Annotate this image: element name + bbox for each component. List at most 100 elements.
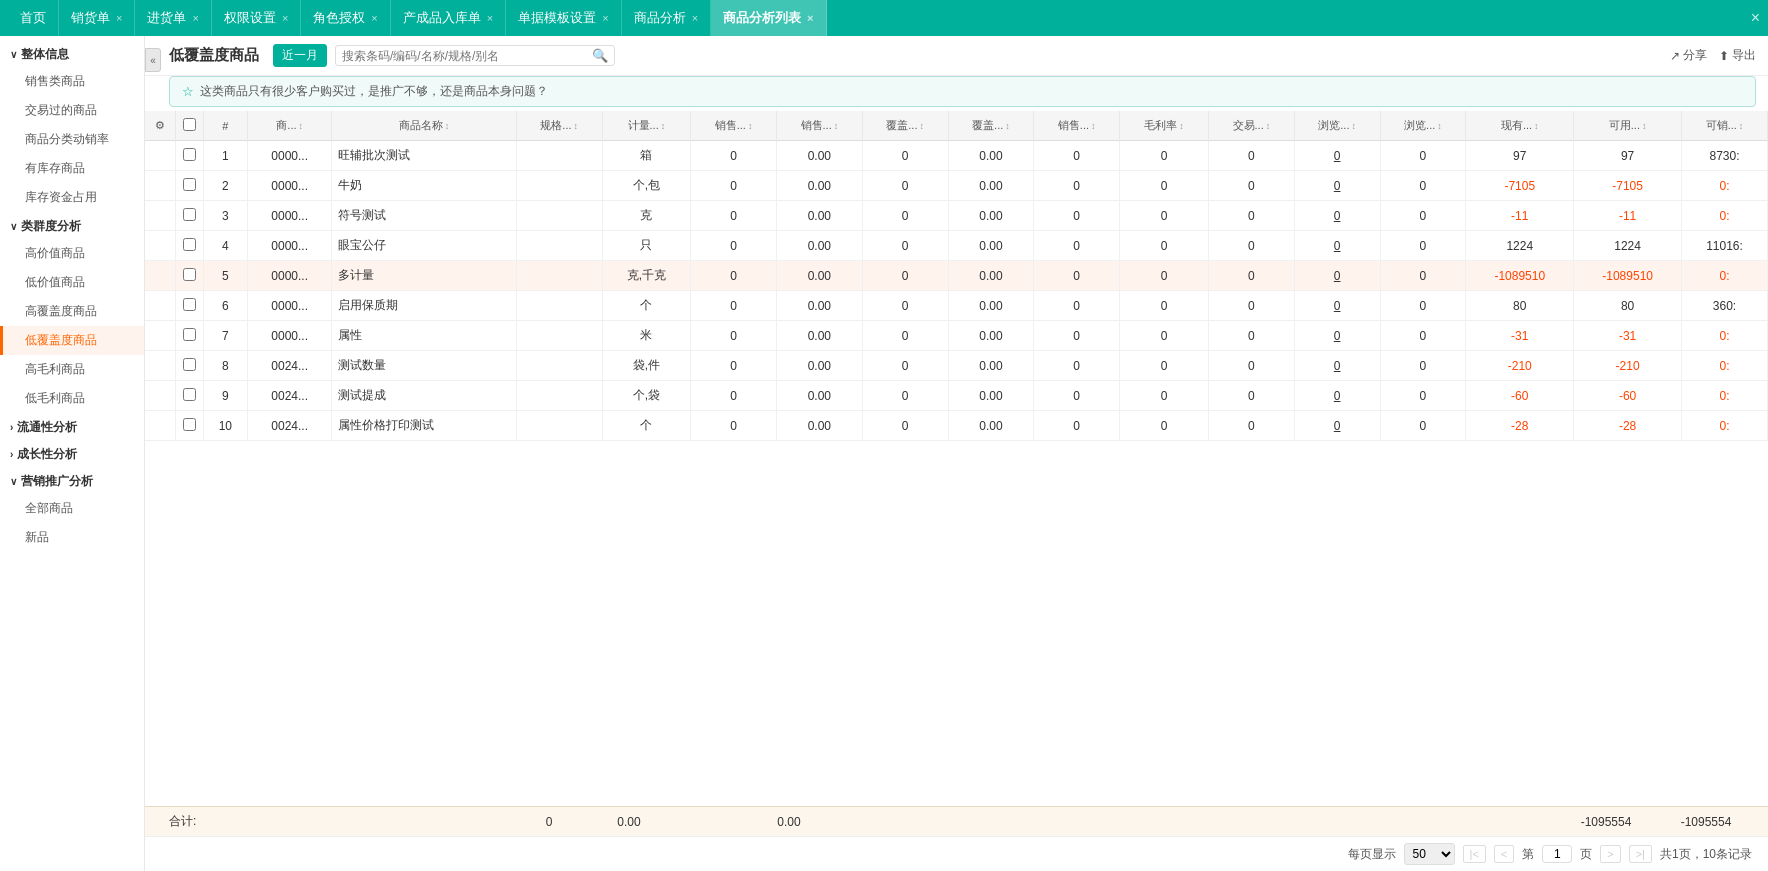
checkbox-col-header[interactable] [175,111,203,141]
sidebar-item-traded-goods[interactable]: 交易过的商品 [0,96,144,125]
next-page-button[interactable]: > [1600,845,1620,863]
table-wrapper[interactable]: ⚙ # 商...↕ 商品名称↕ 规格...↕ 计量...↕ 销售...↕ 销售.… [145,111,1768,806]
section-growth[interactable]: › 成长性分析 [0,440,144,467]
close-roles-icon[interactable]: × [371,12,377,24]
row-checkbox[interactable] [183,178,196,191]
browse1-cell[interactable]: 0 [1294,351,1380,381]
row-checkbox[interactable] [183,208,196,221]
nav-tab-permissions[interactable]: 权限设置 × [212,0,301,36]
close-sales-icon[interactable]: × [116,12,122,24]
sales-qty-col-header[interactable]: 销售...↕ [691,111,777,141]
close-analysis-list-icon[interactable]: × [807,12,813,24]
available-col-header[interactable]: 可用...↕ [1574,111,1682,141]
sales3-col-header[interactable]: 销售...↕ [1034,111,1120,141]
section-cluster[interactable]: ∨ 类群度分析 [0,212,144,239]
browse1-cell[interactable]: 0 [1294,411,1380,441]
filter-recent-month-button[interactable]: 近一月 [273,44,327,67]
section-overall[interactable]: ∨ 整体信息 [0,40,144,67]
sidebar-item-new-goods[interactable]: 新品 [0,523,144,552]
nav-tab-inbound[interactable]: 产成品入库单 × [391,0,506,36]
unit-col-header[interactable]: 计量...↕ [602,111,691,141]
close-analysis-icon[interactable]: × [692,12,698,24]
nav-tab-analysis-list[interactable]: 商品分析列表 × [711,0,826,36]
browse1-cell[interactable]: 0 [1294,321,1380,351]
checkbox-cell[interactable] [175,261,203,291]
first-page-button[interactable]: |< [1463,845,1486,863]
last-page-button[interactable]: >| [1629,845,1652,863]
browse1-col-header[interactable]: 浏览...↕ [1294,111,1380,141]
browse2-col-header[interactable]: 浏览...↕ [1380,111,1466,141]
sidebar-item-high-coverage[interactable]: 高覆盖度商品 [0,297,144,326]
browse1-cell[interactable]: 0 [1294,141,1380,171]
sidebar-item-high-value[interactable]: 高价值商品 [0,239,144,268]
sidebar-item-all-goods[interactable]: 全部商品 [0,494,144,523]
nav-tab-sales[interactable]: 销货单 × [59,0,135,36]
row-checkbox[interactable] [183,358,196,371]
settings-col-header[interactable]: ⚙ [145,111,175,141]
name-col-header[interactable]: 商品名称↕ [332,111,517,141]
sidebar-item-category-rate[interactable]: 商品分类动销率 [0,125,144,154]
row-checkbox[interactable] [183,418,196,431]
unit-cell: 袋,件 [602,351,691,381]
nav-tab-purchase[interactable]: 进货单 × [135,0,211,36]
page-number-input[interactable] [1542,845,1572,863]
section-marketing[interactable]: ∨ 营销推广分析 [0,467,144,494]
row-checkbox[interactable] [183,388,196,401]
row-checkbox[interactable] [183,238,196,251]
sidebar-item-low-margin[interactable]: 低毛利商品 [0,384,144,413]
saleable-col-header[interactable]: 可销...↕ [1682,111,1768,141]
sidebar-item-capital[interactable]: 库存资金占用 [0,183,144,212]
checkbox-cell[interactable] [175,291,203,321]
checkbox-cell[interactable] [175,321,203,351]
close-permissions-icon[interactable]: × [282,12,288,24]
checkbox-cell[interactable] [175,141,203,171]
per-page-select[interactable]: 50 20 100 200 [1404,843,1455,865]
checkbox-cell[interactable] [175,411,203,441]
browse1-cell[interactable]: 0 [1294,231,1380,261]
browse1-cell[interactable]: 0 [1294,381,1380,411]
close-inbound-icon[interactable]: × [487,12,493,24]
close-all-button[interactable]: × [1751,9,1760,27]
sidebar-item-low-coverage[interactable]: 低覆盖度商品 [0,326,144,355]
sidebar-item-high-margin[interactable]: 高毛利商品 [0,355,144,384]
export-button[interactable]: ⬆ 导出 [1719,47,1756,64]
close-purchase-icon[interactable]: × [192,12,198,24]
browse1-cell[interactable]: 0 [1294,201,1380,231]
browse1-cell[interactable]: 0 [1294,261,1380,291]
checkbox-cell[interactable] [175,201,203,231]
spec-col-header[interactable]: 规格...↕ [516,111,602,141]
checkbox-cell[interactable] [175,171,203,201]
close-template-icon[interactable]: × [602,12,608,24]
code-col-header[interactable]: 商...↕ [248,111,332,141]
browse1-cell[interactable]: 0 [1294,291,1380,321]
select-all-checkbox[interactable] [183,118,196,131]
collapse-sidebar-button[interactable]: « [145,48,161,72]
prev-page-button[interactable]: < [1494,845,1514,863]
cover2-col-header[interactable]: 覆盖...↕ [948,111,1034,141]
sales-amt-col-header[interactable]: 销售...↕ [776,111,862,141]
cover1-col-header[interactable]: 覆盖...↕ [862,111,948,141]
row-checkbox[interactable] [183,298,196,311]
gross-col-header[interactable]: 毛利率↕ [1120,111,1209,141]
share-button[interactable]: ↗ 分享 [1670,47,1707,64]
nav-tab-home[interactable]: 首页 [8,0,59,36]
sidebar-item-low-value[interactable]: 低价值商品 [0,268,144,297]
section-circulation[interactable]: › 流通性分析 [0,413,144,440]
checkbox-cell[interactable] [175,381,203,411]
cover1-cell: 0 [862,291,948,321]
nav-tab-analysis[interactable]: 商品分析 × [622,0,711,36]
trade-col-header[interactable]: 交易...↕ [1208,111,1294,141]
sidebar-item-sales-goods[interactable]: 销售类商品 [0,67,144,96]
checkbox-cell[interactable] [175,351,203,381]
row-checkbox[interactable] [183,268,196,281]
checkbox-cell[interactable] [175,231,203,261]
nav-tab-template[interactable]: 单据模板设置 × [506,0,621,36]
row-checkbox[interactable] [183,328,196,341]
search-input[interactable] [342,49,592,63]
nav-tab-roles[interactable]: 角色授权 × [301,0,390,36]
stock-col-header[interactable]: 现有...↕ [1466,111,1574,141]
sidebar-item-in-stock[interactable]: 有库存商品 [0,154,144,183]
search-icon[interactable]: 🔍 [592,48,608,63]
browse1-cell[interactable]: 0 [1294,171,1380,201]
row-checkbox[interactable] [183,148,196,161]
